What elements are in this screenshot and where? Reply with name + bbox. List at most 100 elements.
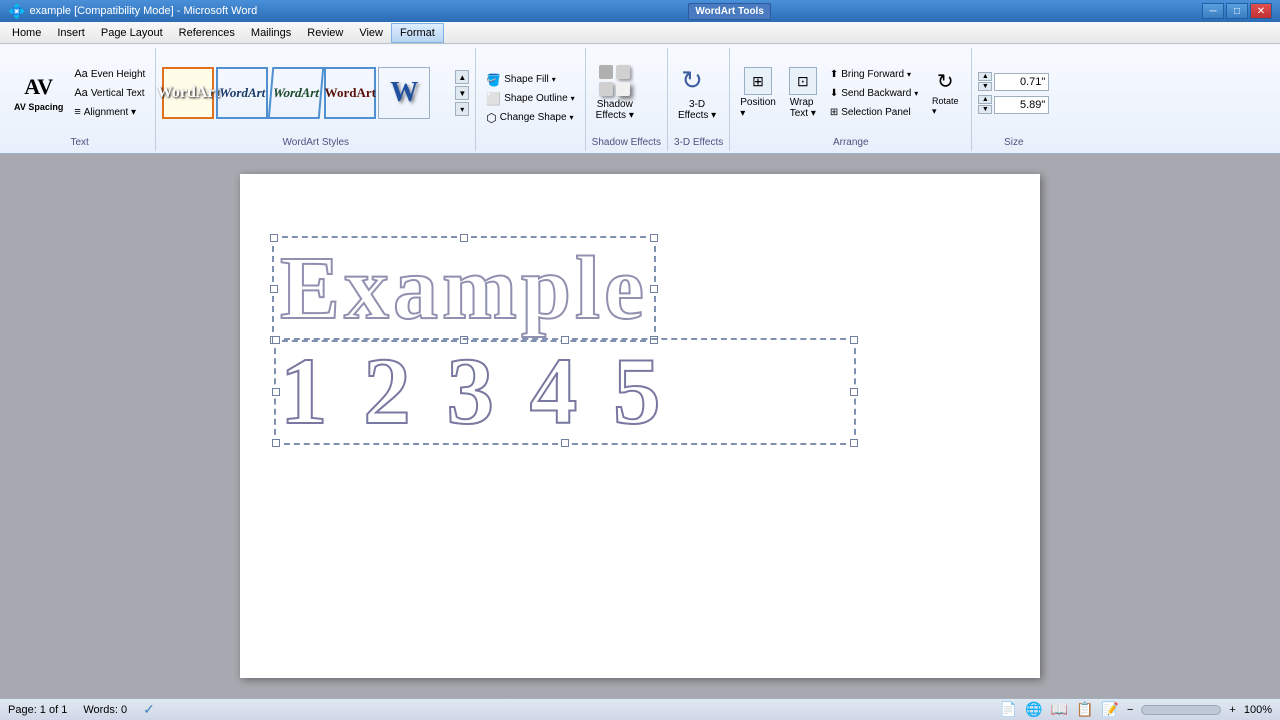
group-3d-effects: ↻ 3-DEffects ▾ 3-D Effects: [668, 48, 730, 151]
selection-panel-button[interactable]: ⊞ Selection Panel: [826, 103, 922, 121]
menu-review[interactable]: Review: [299, 23, 351, 43]
menu-insert[interactable]: Insert: [49, 23, 93, 43]
menu-mailings[interactable]: Mailings: [243, 23, 299, 43]
shadow-effects-label: ShadowEffects ▾: [596, 99, 634, 121]
position-arrow: ▾: [740, 108, 745, 119]
view-normal-icon[interactable]: 📄: [1000, 701, 1017, 718]
vertical-text-icon: Aa: [74, 87, 87, 99]
menu-bar: Home Insert Page Layout References Maili…: [0, 22, 1280, 44]
selection-panel-label: Selection Panel: [841, 107, 911, 118]
av-spacing-button[interactable]: AV AV Spacing: [10, 63, 67, 123]
menu-page-layout[interactable]: Page Layout: [93, 23, 171, 43]
minimize-button[interactable]: ─: [1202, 3, 1224, 19]
ribbon-content: AV AV Spacing Aa Even Height Aa Vertical…: [0, 46, 1280, 153]
wordart-styles-content: WordArt WordArt WordArt WordArt W ▲ ▼ ▾: [162, 50, 469, 136]
width-up-button[interactable]: ▲: [978, 95, 992, 104]
height-input[interactable]: 0.71": [994, 73, 1049, 91]
shape-fill-button[interactable]: 🪣 Shape Fill ▾: [482, 71, 578, 89]
av-spacing-icon: AV: [24, 74, 53, 100]
send-backward-button[interactable]: ⬇ Send Backward ▾: [826, 84, 922, 102]
height-down-button[interactable]: ▼: [978, 82, 992, 91]
wordart-styles-label: WordArt Styles: [162, 136, 469, 149]
change-shape-arrow: ▾: [570, 113, 574, 122]
status-left: Page: 1 of 1 Words: 0 ✓: [8, 701, 155, 718]
zoom-out-button[interactable]: −: [1127, 704, 1133, 716]
selection-panel-icon: ⊞: [830, 107, 838, 118]
wrap-text-button[interactable]: ⊡ WrapText ▾: [783, 63, 823, 123]
menu-format[interactable]: Format: [391, 23, 444, 43]
gallery-more[interactable]: ▾: [455, 102, 469, 116]
text-group-label: Text: [10, 136, 149, 149]
wordart-tools-label: WordArt Tools: [695, 6, 764, 17]
change-shape-icon: ⬡: [486, 111, 496, 125]
3d-effects-icon: ↻: [681, 65, 713, 97]
wordart-sample-5[interactable]: W: [378, 67, 430, 119]
close-button[interactable]: ✕: [1250, 3, 1272, 19]
alignment-icon: ≡: [74, 106, 80, 118]
change-shape-button[interactable]: ⬡ Change Shape ▾: [482, 109, 578, 127]
wordart-numbers-text: 1 2 3 4 5: [280, 344, 850, 439]
gallery-scroll-down[interactable]: ▼: [455, 86, 469, 100]
wordart-sample-1[interactable]: WordArt: [162, 67, 214, 119]
zoom-slider[interactable]: [1141, 705, 1221, 715]
view-reading-icon[interactable]: 📖: [1051, 701, 1068, 718]
title-bar-text: example [Compatibility Mode] - Microsoft…: [29, 5, 257, 17]
restore-button[interactable]: □: [1226, 3, 1248, 19]
shadow-effects-button[interactable]: ShadowEffects ▾: [592, 63, 638, 123]
zoom-level: 100%: [1244, 704, 1272, 716]
position-button[interactable]: ⊞ Position▾: [736, 63, 780, 123]
width-input[interactable]: 5.89": [994, 96, 1049, 114]
width-row: ▲ ▼ 5.89": [978, 95, 1049, 114]
window-controls[interactable]: ─ □ ✕: [1202, 3, 1272, 19]
rotate-button[interactable]: ↻ Rotate▾: [925, 63, 965, 123]
alignment-label: Alignment ▾: [84, 107, 136, 118]
even-height-label: Even Height: [91, 69, 145, 80]
3d-effects-content: ↻ 3-DEffects ▾: [674, 50, 723, 136]
rotate-label: Rotate▾: [932, 96, 959, 117]
arrange-content: ⊞ Position▾ ⊡ WrapText ▾ ⬆ Bring Forward…: [736, 50, 965, 136]
order-buttons: ⬆ Bring Forward ▾ ⬇ Send Backward ▾ ⊞ Se…: [826, 65, 922, 121]
view-outline-icon[interactable]: 📋: [1076, 701, 1093, 718]
group-text: AV AV Spacing Aa Even Height Aa Vertical…: [4, 48, 156, 151]
menu-view[interactable]: View: [351, 23, 391, 43]
status-right: 📄 🌐 📖 📋 📝 − + 100%: [1000, 701, 1272, 718]
vertical-text-label: Vertical Text: [91, 88, 145, 99]
handle-bl: [270, 336, 278, 344]
width-down-button[interactable]: ▼: [978, 105, 992, 114]
page-count: Page: 1 of 1: [8, 704, 67, 716]
group-shape: 🪣 Shape Fill ▾ ⬜ Shape Outline ▾ ⬡ Chang…: [476, 48, 585, 151]
3d-effects-button[interactable]: ↻ 3-DEffects ▾: [674, 63, 720, 123]
wrap-text-icon: ⊡: [789, 67, 817, 95]
shape-fill-icon: 🪣: [486, 73, 501, 87]
num-handle-bl: [272, 439, 280, 447]
view-web-icon[interactable]: 🌐: [1025, 701, 1042, 718]
shape-outline-button[interactable]: ⬜ Shape Outline ▾: [482, 90, 578, 108]
bring-forward-button[interactable]: ⬆ Bring Forward ▾: [826, 65, 922, 83]
vertical-text-button[interactable]: Aa Vertical Text: [70, 84, 149, 102]
shadow-effects-icon: [599, 65, 631, 97]
alignment-button[interactable]: ≡ Alignment ▾: [70, 103, 149, 121]
status-bar: Page: 1 of 1 Words: 0 ✓ 📄 🌐 📖 📋 📝 − + 10…: [0, 698, 1280, 720]
zoom-in-button[interactable]: +: [1229, 704, 1235, 716]
wordart-sample-2[interactable]: WordArt: [216, 67, 268, 119]
height-up-button[interactable]: ▲: [978, 72, 992, 81]
document-area: Example 1 2 3 4 5: [0, 154, 1280, 698]
wordart-example-container[interactable]: Example: [280, 244, 648, 334]
wordart-sample-3[interactable]: WordArt: [268, 67, 325, 119]
wrap-text-arrow: ▾: [811, 108, 816, 119]
wordart-numbers-container[interactable]: 1 2 3 4 5: [280, 344, 850, 439]
height-row: ▲ ▼ 0.71": [978, 72, 1049, 91]
wordart-sample-4[interactable]: WordArt: [324, 67, 376, 119]
view-draft-icon[interactable]: 📝: [1102, 701, 1119, 718]
word-count: Words: 0: [83, 704, 127, 716]
change-shape-label: Change Shape: [500, 112, 567, 123]
spell-check-icon: ✓: [143, 701, 155, 718]
even-height-button[interactable]: Aa Even Height: [70, 65, 149, 83]
3d-effects-label: 3-DEffects ▾: [678, 99, 716, 121]
gallery-scroll-up[interactable]: ▲: [455, 70, 469, 84]
menu-references[interactable]: References: [171, 23, 243, 43]
menu-home[interactable]: Home: [4, 23, 49, 43]
ribbon: AV AV Spacing Aa Even Height Aa Vertical…: [0, 44, 1280, 154]
wrap-text-label: WrapText ▾: [790, 97, 816, 119]
handle-tl: [270, 234, 278, 242]
